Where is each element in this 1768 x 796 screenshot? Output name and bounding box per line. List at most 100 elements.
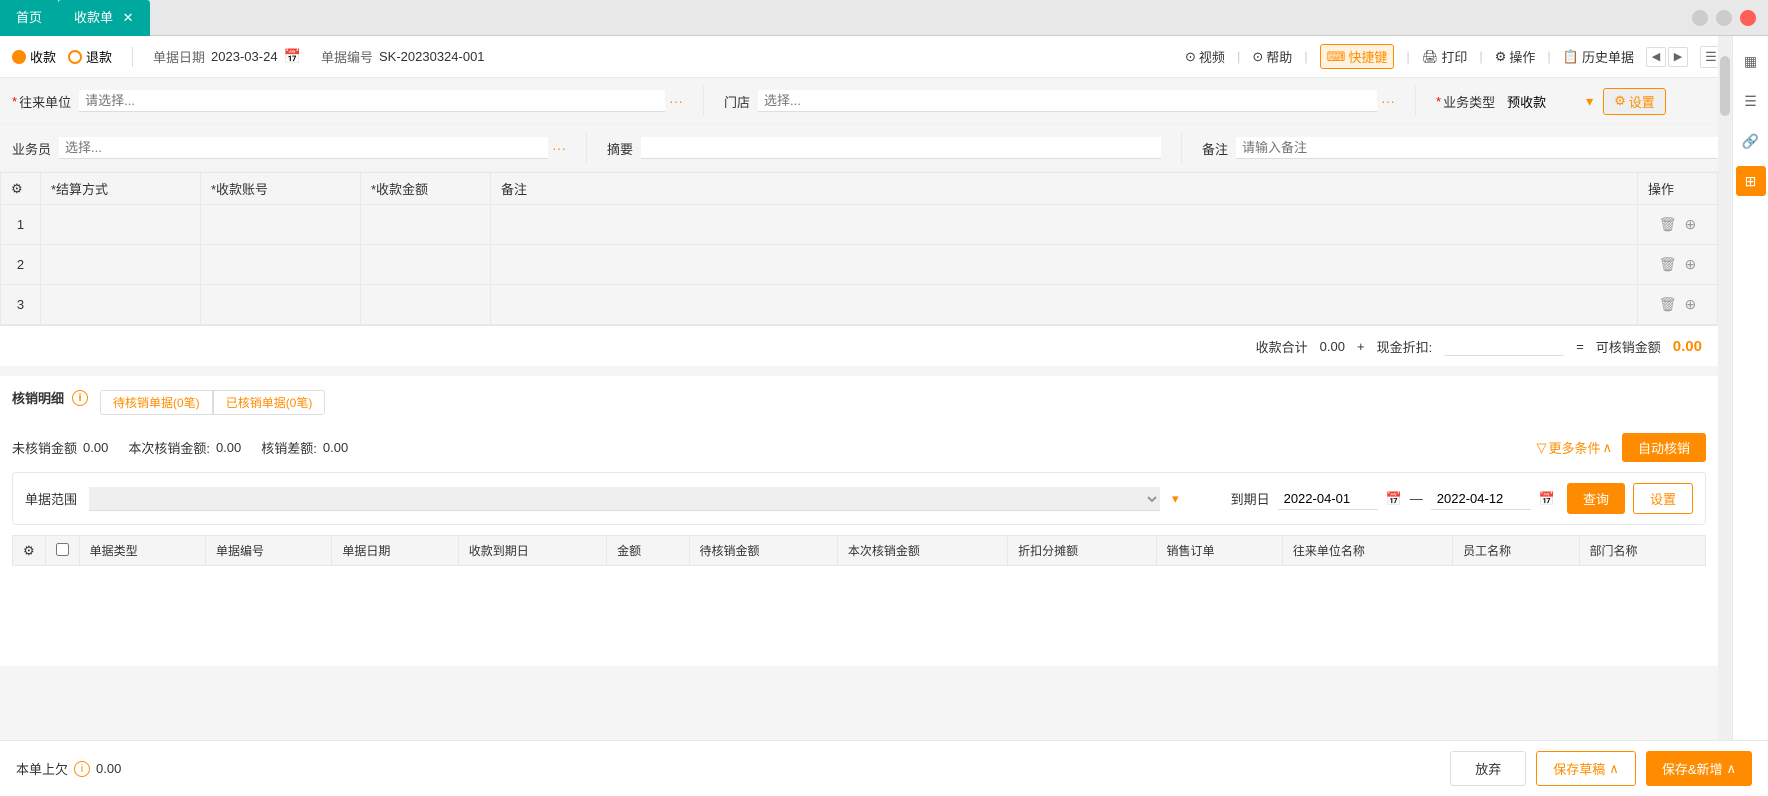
col-current-header: 本次核销金额 xyxy=(837,536,1007,566)
amount-cell-2[interactable] xyxy=(361,245,491,285)
receipt-table: ⚙ *结算方式 *收款账号 *收款金额 备注 操作 1 🗑 ⊕ xyxy=(0,172,1718,325)
help-btn[interactable]: ⊙ 帮助 xyxy=(1252,47,1292,66)
date-to-input[interactable] xyxy=(1431,488,1531,510)
refund-radio-label: 退款 xyxy=(86,47,112,66)
method-cell-2[interactable] xyxy=(41,245,201,285)
print-btn[interactable]: 🖨 打印 xyxy=(1422,47,1468,66)
copy-row-3-icon[interactable]: ⊕ xyxy=(1685,296,1697,313)
date-from-input[interactable] xyxy=(1278,488,1378,510)
tab-home[interactable]: 首页 xyxy=(0,0,58,36)
table-settings-header[interactable]: ⚙ xyxy=(1,173,41,205)
calendar-to-icon[interactable]: 📅 xyxy=(1539,491,1555,507)
summary-field: 摘要 xyxy=(607,137,1161,159)
window-minimize-button[interactable] xyxy=(1692,10,1708,26)
sidebar-table-icon[interactable]: ▦ xyxy=(1736,46,1766,76)
receipt-radio-label: 收款 xyxy=(30,47,56,66)
calendar-icon[interactable]: 📅 xyxy=(284,48,301,65)
staff-field: 业务员 ··· xyxy=(12,137,566,159)
sidebar-expand-icon[interactable]: ⊞ xyxy=(1736,166,1766,196)
filter-range-select[interactable] xyxy=(89,487,1160,511)
biz-type-dropdown[interactable]: ▾ xyxy=(1586,93,1593,110)
col-doc-type-header: 单据类型 xyxy=(79,536,205,566)
delete-row-2-icon[interactable]: 🗑 xyxy=(1659,256,1677,273)
remark-cell-2[interactable] xyxy=(491,245,1638,285)
nav-next[interactable]: ▶ xyxy=(1668,47,1688,67)
col-amount-header: 金额 xyxy=(607,536,689,566)
sidebar-list-icon[interactable]: ☰ xyxy=(1736,86,1766,116)
scroll-thumb[interactable] xyxy=(1720,56,1730,116)
tab-pending[interactable]: 待核销单据(0笔) xyxy=(100,390,213,415)
staff-label: 业务员 xyxy=(12,139,51,158)
net-label: 可核销金额 xyxy=(1596,337,1661,356)
filter-settings-btn[interactable]: 设置 xyxy=(1633,483,1693,514)
query-btn[interactable]: 查询 xyxy=(1567,483,1625,514)
filter-range-dropdown[interactable]: ▾ xyxy=(1172,491,1179,507)
col-due-date-header: 收款到期日 xyxy=(458,536,606,566)
footer-buttons: 放弃 保存草稿 ∧ 保存&新增 ∧ xyxy=(1450,751,1752,786)
verify-info-icon[interactable]: i xyxy=(72,390,88,406)
shortcut-btn[interactable]: ⌨ 快捷键 xyxy=(1320,44,1395,69)
video-icon: ⊙ xyxy=(1185,49,1196,65)
remark-input[interactable] xyxy=(1236,137,1756,159)
store-more-btn[interactable]: ··· xyxy=(1381,93,1395,109)
account-cell-2[interactable] xyxy=(201,245,361,285)
staff-input[interactable] xyxy=(59,137,548,159)
history-btn[interactable]: 📋 历史单据 xyxy=(1563,47,1634,66)
counterpart-input[interactable] xyxy=(79,90,665,112)
ops-btn[interactable]: ⚙ 操作 xyxy=(1495,47,1536,66)
tab-done[interactable]: 已核销单据(0笔) xyxy=(213,390,326,415)
col-checkbox-header[interactable] xyxy=(45,536,79,566)
help-icon: ⊙ xyxy=(1252,49,1263,65)
refund-radio[interactable]: 退款 xyxy=(68,47,112,66)
amount-cell-1[interactable] xyxy=(361,205,491,245)
copy-row-1-icon[interactable]: ⊕ xyxy=(1685,216,1697,233)
delete-row-3-icon[interactable]: 🗑 xyxy=(1659,296,1677,313)
footer-info: 本单上欠 i 0.00 xyxy=(16,759,121,778)
amount-cell-3[interactable] xyxy=(361,285,491,325)
store-input[interactable] xyxy=(758,90,1377,112)
account-cell-1[interactable] xyxy=(201,205,361,245)
account-cell-3[interactable] xyxy=(201,285,361,325)
discard-btn[interactable]: 放弃 xyxy=(1450,751,1526,786)
filter-actions: 查询 设置 xyxy=(1567,483,1693,514)
col-staff-header: 员工名称 xyxy=(1453,536,1579,566)
filter-row: 单据范围 ▾ 到期日 📅 — 📅 查询 设置 xyxy=(12,472,1706,525)
row-num-1: 1 xyxy=(1,205,41,245)
stat-diff-value: 0.00 xyxy=(323,440,348,455)
row-num-2: 2 xyxy=(1,245,41,285)
remark-cell-1[interactable] xyxy=(491,205,1638,245)
select-all-checkbox[interactable] xyxy=(56,543,69,556)
per-bill-label: 本单上欠 xyxy=(16,759,68,778)
method-cell-1[interactable] xyxy=(41,205,201,245)
method-cell-3[interactable] xyxy=(41,285,201,325)
tab-receipt[interactable]: 收款单 ✕ xyxy=(58,0,150,36)
copy-row-2-icon[interactable]: ⊕ xyxy=(1685,256,1697,273)
stat-diff: 核销差额: 0.00 xyxy=(261,438,348,457)
save-new-btn[interactable]: 保存&新增 ∧ xyxy=(1646,751,1752,786)
biz-type-label: 业务类型 xyxy=(1443,92,1495,111)
save-draft-btn[interactable]: 保存草稿 ∧ xyxy=(1536,751,1636,786)
calendar-from-icon[interactable]: 📅 xyxy=(1386,491,1402,507)
tab-close-icon[interactable]: ✕ xyxy=(123,10,134,25)
remark-cell-3[interactable] xyxy=(491,285,1638,325)
window-maximize-button[interactable] xyxy=(1716,10,1732,26)
staff-more-btn[interactable]: ··· xyxy=(552,140,566,156)
ops-cell-2: 🗑 ⊕ xyxy=(1638,245,1718,285)
summary-input[interactable] xyxy=(641,137,1161,159)
counterpart-more-btn[interactable]: ··· xyxy=(669,93,683,109)
form-settings-btn[interactable]: ⚙ 设置 xyxy=(1603,88,1666,115)
sidebar-attach-icon[interactable]: 🔗 xyxy=(1736,126,1766,156)
right-sidebar: ▦ ☰ 🔗 ⊞ xyxy=(1732,36,1768,796)
counterpart-field: * 往来单位 ··· xyxy=(12,90,683,112)
per-bill-value: 0.00 xyxy=(96,761,121,776)
video-btn[interactable]: ⊙ 视频 xyxy=(1185,47,1225,66)
more-conds-btn[interactable]: ▽ 更多条件 ∧ xyxy=(1536,438,1612,457)
window-close-button[interactable] xyxy=(1740,10,1756,26)
receipt-radio[interactable]: 收款 xyxy=(12,47,56,66)
discount-input[interactable] xyxy=(1444,336,1564,356)
delete-row-1-icon[interactable]: 🗑 xyxy=(1659,216,1677,233)
nav-prev[interactable]: ◀ xyxy=(1646,47,1666,67)
auto-verify-btn[interactable]: 自动核销 xyxy=(1622,433,1706,462)
col-settings-bottom[interactable]: ⚙ xyxy=(13,536,46,566)
per-bill-info-icon[interactable]: i xyxy=(74,761,90,777)
